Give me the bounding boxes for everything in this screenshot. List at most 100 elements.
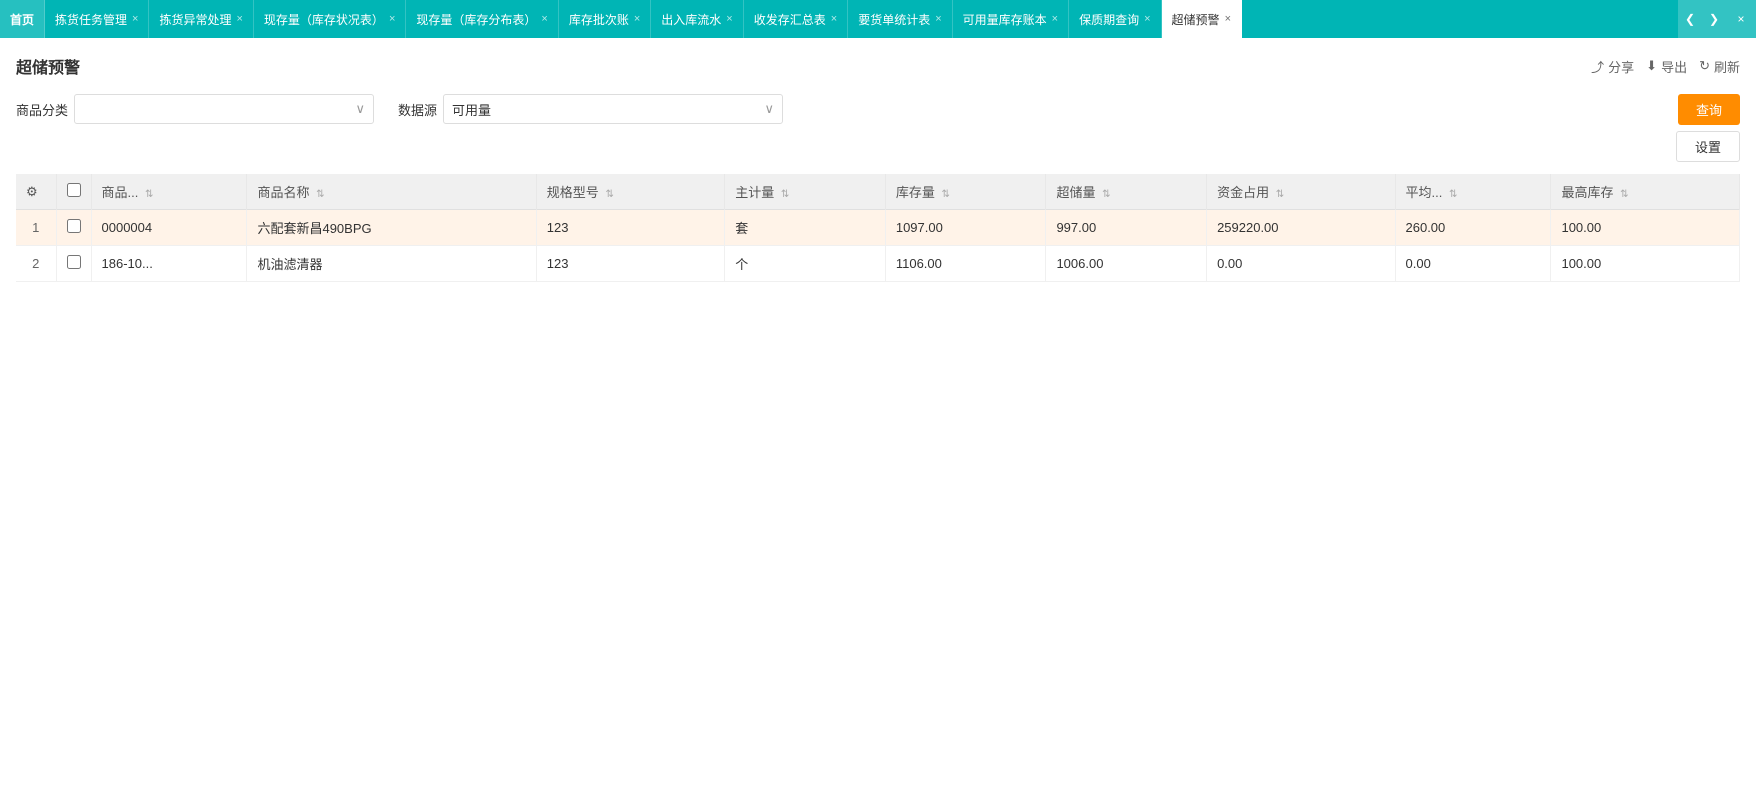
th-product-name[interactable]: 商品名称 ⇅ — [247, 174, 536, 210]
row-checkbox-1 — [56, 246, 91, 282]
row-product-code-0: 0000004 — [91, 210, 247, 246]
nav-prev-button[interactable]: ❮ — [1678, 0, 1702, 38]
row-product-name-0: 六配套新昌490BPG — [247, 210, 536, 246]
row-stock-1: 1106.00 — [885, 246, 1046, 282]
row-capital-1: 0.00 — [1207, 246, 1395, 282]
table-body: 1 0000004 六配套新昌490BPG 123 套 1097.00 997.… — [16, 210, 1740, 282]
row-avg-1: 0.00 — [1395, 246, 1551, 282]
category-chevron-icon: ∨ — [356, 101, 366, 117]
th-avg[interactable]: 平均... ⇅ — [1395, 174, 1551, 210]
nav-tab-3[interactable]: 现存量（库存状况表） × — [254, 0, 406, 38]
nav-tab-10[interactable]: 保质期查询 × — [1069, 0, 1161, 38]
row-spec-1: 123 — [536, 246, 724, 282]
datasource-chevron-icon: ∨ — [765, 101, 775, 117]
share-icon: ⤴ — [1591, 57, 1604, 76]
sort-excess-icon: ⇅ — [1102, 189, 1110, 200]
nav-tab-active[interactable]: 超储预警 × — [1162, 0, 1242, 38]
th-excess[interactable]: 超储量 ⇅ — [1046, 174, 1207, 210]
datasource-filter-group: 数据源 可用量 ∨ — [398, 94, 783, 124]
row-excess-0: 997.00 — [1046, 210, 1207, 246]
refresh-icon: ↻ — [1699, 58, 1710, 74]
sort-spec-icon: ⇅ — [605, 189, 613, 200]
th-max-stock[interactable]: 最高库存 ⇅ — [1551, 174, 1740, 210]
table-row: 2 186-10... 机油滤清器 123 个 1106.00 1006.00 … — [16, 246, 1740, 282]
row-select-0[interactable] — [67, 219, 81, 233]
header-actions: ⤴ 分享 ⬇ 导出 ↻ 刷新 — [1591, 57, 1740, 76]
row-num-0: 1 — [16, 210, 56, 246]
row-avg-0: 260.00 — [1395, 210, 1551, 246]
data-table: ⚙ 商品... ⇅ 商品名称 ⇅ 规格型号 ⇅ 主计量 — [16, 174, 1740, 282]
close-tab-10[interactable]: × — [1144, 13, 1150, 25]
row-unit-0: 套 — [725, 210, 886, 246]
nav-bar: 首页 拣货任务管理 × 拣货异常处理 × 现存量（库存状况表） × 现存量（库存… — [0, 0, 1756, 38]
category-label: 商品分类 — [16, 100, 68, 119]
row-spec-0: 123 — [536, 210, 724, 246]
sort-max-stock-icon: ⇅ — [1620, 189, 1628, 200]
th-spec[interactable]: 规格型号 ⇅ — [536, 174, 724, 210]
export-button[interactable]: ⬇ 导出 — [1646, 57, 1687, 76]
share-button[interactable]: ⤴ 分享 — [1591, 57, 1634, 76]
sort-avg-icon: ⇅ — [1449, 189, 1457, 200]
close-tab-4[interactable]: × — [541, 13, 547, 25]
nav-tab-1[interactable]: 拣货任务管理 × — [45, 0, 149, 38]
nav-home[interactable]: 首页 — [0, 0, 45, 38]
sort-unit-icon: ⇅ — [781, 189, 789, 200]
row-select-1[interactable] — [67, 255, 81, 269]
nav-tab-7[interactable]: 收发存汇总表 × — [744, 0, 848, 38]
close-tab-9[interactable]: × — [1052, 13, 1058, 25]
query-button[interactable]: 查询 — [1678, 94, 1740, 125]
th-gear: ⚙ — [16, 174, 56, 210]
nav-tab-9[interactable]: 可用量库存账本 × — [953, 0, 1069, 38]
refresh-button[interactable]: ↻ 刷新 — [1699, 57, 1740, 76]
table-header: ⚙ 商品... ⇅ 商品名称 ⇅ 规格型号 ⇅ 主计量 — [16, 174, 1740, 210]
row-max-stock-1: 100.00 — [1551, 246, 1740, 282]
page-header: 超储预警 ⤴ 分享 ⬇ 导出 ↻ 刷新 — [16, 54, 1740, 78]
settings-button[interactable]: 设置 — [1676, 131, 1740, 162]
datasource-label: 数据源 — [398, 100, 437, 119]
nav-tab-8[interactable]: 要货单统计表 × — [848, 0, 952, 38]
table-row: 1 0000004 六配套新昌490BPG 123 套 1097.00 997.… — [16, 210, 1740, 246]
row-excess-1: 1006.00 — [1046, 246, 1207, 282]
th-product-code[interactable]: 商品... ⇅ — [91, 174, 247, 210]
nav-tab-2[interactable]: 拣货异常处理 × — [149, 0, 253, 38]
th-checkbox — [56, 174, 91, 210]
datasource-select[interactable]: 可用量 ∨ — [443, 94, 783, 124]
th-unit[interactable]: 主计量 ⇅ — [725, 174, 886, 210]
sort-product-code-icon: ⇅ — [145, 189, 153, 200]
nav-next-button[interactable]: ❯ — [1702, 0, 1726, 38]
close-tab-7[interactable]: × — [831, 13, 837, 25]
row-num-1: 2 — [16, 246, 56, 282]
close-tab-5[interactable]: × — [634, 13, 640, 25]
row-capital-0: 259220.00 — [1207, 210, 1395, 246]
action-buttons: 查询 设置 — [1676, 94, 1740, 162]
nav-tab-5[interactable]: 库存批次账 × — [559, 0, 651, 38]
close-tab-active[interactable]: × — [1225, 13, 1231, 25]
page-content: 超储预警 ⤴ 分享 ⬇ 导出 ↻ 刷新 商品分类 ∨ — [0, 38, 1756, 800]
th-capital[interactable]: 资金占用 ⇅ — [1207, 174, 1395, 210]
close-tab-2[interactable]: × — [236, 13, 242, 25]
close-tab-6[interactable]: × — [726, 13, 732, 25]
sort-product-name-icon: ⇅ — [316, 189, 324, 200]
row-product-code-1: 186-10... — [91, 246, 247, 282]
th-stock[interactable]: 库存量 ⇅ — [885, 174, 1046, 210]
datasource-value: 可用量 — [452, 100, 491, 119]
nav-tab-4[interactable]: 现存量（库存分布表） × — [406, 0, 558, 38]
sort-capital-icon: ⇅ — [1276, 189, 1284, 200]
close-tab-8[interactable]: × — [935, 13, 941, 25]
close-tab-3[interactable]: × — [389, 13, 395, 25]
nav-close-button[interactable]: × — [1726, 0, 1756, 38]
row-product-name-1: 机油滤清器 — [247, 246, 536, 282]
row-stock-0: 1097.00 — [885, 210, 1046, 246]
gear-icon[interactable]: ⚙ — [26, 184, 38, 199]
category-select[interactable]: ∨ — [74, 94, 374, 124]
sort-stock-icon: ⇅ — [941, 189, 949, 200]
row-max-stock-0: 100.00 — [1551, 210, 1740, 246]
nav-arrows: ❮ ❯ × — [1678, 0, 1756, 38]
nav-tab-6[interactable]: 出入库流水 × — [651, 0, 743, 38]
select-all-checkbox[interactable] — [67, 183, 81, 197]
category-filter-group: 商品分类 ∨ — [16, 94, 374, 124]
close-tab-1[interactable]: × — [132, 13, 138, 25]
page-title: 超储预警 — [16, 54, 80, 78]
row-checkbox-0 — [56, 210, 91, 246]
row-unit-1: 个 — [725, 246, 886, 282]
